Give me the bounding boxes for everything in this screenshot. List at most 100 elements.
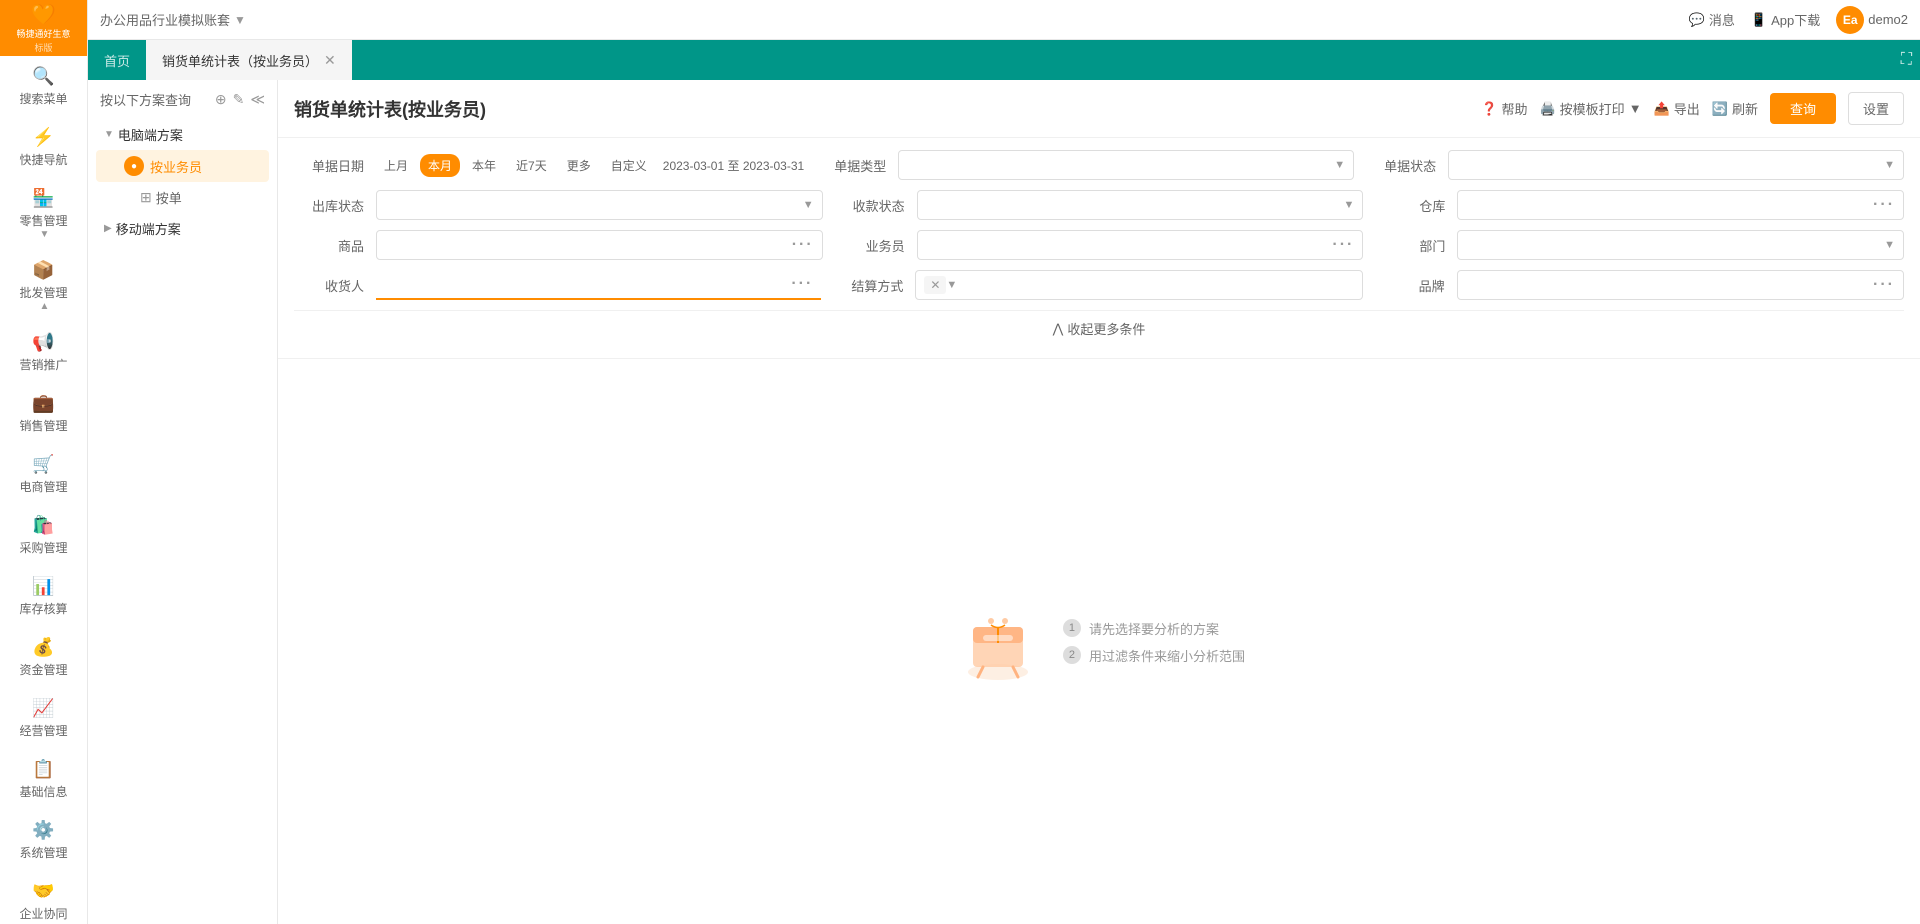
left-panel: 按以下方案查询 ⊕ ✎ ≪ ▼ 电脑端方案 ● 按业务员 ⊞ bbox=[88, 80, 278, 924]
empty-state: 1 请先选择要分析的方案 2 用过滤条件来缩小分析范围 bbox=[278, 359, 1920, 924]
sidebar-item-inventory[interactable]: 📊 库存核算 bbox=[0, 566, 87, 627]
tree-child-salesman[interactable]: ● 按业务员 bbox=[96, 150, 269, 182]
settlement-tag-close[interactable]: ✕ bbox=[930, 278, 940, 292]
sidebar-item-wholesale[interactable]: 📦 批发管理 ▲ bbox=[0, 250, 87, 322]
breadcrumb-dropdown[interactable]: ▼ bbox=[234, 13, 246, 27]
date-tabs: 上月 本月 本年 近7天 更多 自定义 bbox=[376, 154, 655, 177]
empty-hint-2: 2 用过滤条件来缩小分析范围 bbox=[1063, 646, 1245, 665]
pay-status-label: 收款状态 bbox=[835, 196, 905, 215]
sidebar-item-sales[interactable]: 💼 销售管理 bbox=[0, 383, 87, 444]
brand-dots: ··· bbox=[1873, 276, 1895, 294]
date-tab-7days[interactable]: 近7天 bbox=[508, 154, 555, 177]
warehouse-label: 仓库 bbox=[1375, 196, 1445, 215]
collab-icon: 🤝 bbox=[32, 881, 54, 902]
sidebar-item-label: 基础信息 bbox=[19, 783, 67, 800]
sidebar-item-label: 库存核算 bbox=[19, 600, 67, 617]
date-label: 单据日期 bbox=[294, 156, 364, 175]
sidebar-item-system[interactable]: ⚙️ 系统管理 bbox=[0, 810, 87, 871]
sidebar: 🧡 畅捷通好生意 标版 🔍 搜索菜单 ⚡ 快捷导航 🏪 零售管理 ▼ 📦 批发管… bbox=[0, 0, 88, 924]
settlement-filter[interactable]: ✕ ▼ bbox=[915, 270, 1362, 300]
tab-report[interactable]: 销货单统计表（按业务员） ✕ bbox=[146, 40, 352, 80]
department-dropdown-icon: ▼ bbox=[1884, 239, 1895, 251]
warehouse-dots: ··· bbox=[1873, 196, 1895, 214]
tree-parent-desktop[interactable]: ▼ 电脑端方案 bbox=[96, 119, 269, 150]
add-scheme-button[interactable]: ⊕ bbox=[215, 91, 227, 108]
export-button[interactable]: 📤 导出 bbox=[1654, 99, 1700, 118]
receiver-filter[interactable]: ··· bbox=[376, 270, 821, 300]
tree-child-sub-label: 按单 bbox=[156, 188, 182, 207]
hint-text-2: 用过滤条件来缩小分析范围 bbox=[1089, 646, 1245, 665]
sidebar-item-label: 经营管理 bbox=[19, 722, 67, 739]
sidebar-item-label: 电商管理 bbox=[19, 478, 67, 495]
user-profile[interactable]: Ea demo2 bbox=[1836, 6, 1908, 34]
sidebar-item-retail[interactable]: 🏪 零售管理 ▼ bbox=[0, 178, 87, 250]
username: demo2 bbox=[1868, 12, 1908, 27]
empty-illustration bbox=[953, 597, 1043, 687]
topbar: 办公用品行业模拟账套 ▼ 💬 消息 📱 App下载 Ea demo2 bbox=[88, 0, 1920, 40]
retail-icon: 🏪 bbox=[32, 188, 54, 209]
left-panel-header: 按以下方案查询 ⊕ ✎ ≪ bbox=[88, 80, 277, 119]
hint-num-1: 1 bbox=[1063, 619, 1081, 637]
date-tab-lastmonth[interactable]: 上月 bbox=[376, 154, 416, 177]
date-tab-thisyear[interactable]: 本年 bbox=[464, 154, 504, 177]
sidebar-item-label: 资金管理 bbox=[19, 661, 67, 678]
hint-num-2: 2 bbox=[1063, 646, 1081, 664]
date-tab-custom[interactable]: 自定义 bbox=[603, 154, 655, 177]
system-icon: ⚙️ bbox=[32, 820, 54, 841]
collapse-panel-button[interactable]: ≪ bbox=[250, 91, 265, 108]
sales-icon: 💼 bbox=[32, 393, 54, 414]
edit-scheme-button[interactable]: ✎ bbox=[233, 91, 245, 108]
sidebar-item-basicinfo[interactable]: 📋 基础信息 bbox=[0, 749, 87, 810]
print-button[interactable]: 🖨️ 按模板打印 ▼ bbox=[1539, 99, 1641, 118]
tab-expand-button[interactable]: ⛶ bbox=[1901, 51, 1912, 69]
date-tab-thismonth[interactable]: 本月 bbox=[420, 154, 460, 177]
department-filter[interactable]: ▼ bbox=[1457, 230, 1904, 260]
sidebar-item-search[interactable]: 🔍 搜索菜单 bbox=[0, 56, 87, 117]
status-dropdown-icon: ▼ bbox=[1884, 159, 1895, 171]
date-range-text: 2023-03-01 至 2023-03-31 bbox=[663, 157, 804, 174]
quicknav-icon: ⚡ bbox=[32, 127, 54, 148]
tab-home[interactable]: 首页 bbox=[88, 40, 146, 80]
tab-close-button[interactable]: ✕ bbox=[324, 53, 336, 67]
brand-filter[interactable]: ··· bbox=[1457, 270, 1904, 300]
sidebar-item-marketing[interactable]: 📢 营销推广 bbox=[0, 322, 87, 383]
print-icon: 🖨️ bbox=[1539, 101, 1555, 117]
finance-icon: 💰 bbox=[32, 637, 54, 658]
collapse-up-icon: ⋀ bbox=[1053, 321, 1064, 337]
setting-button[interactable]: 设置 bbox=[1848, 92, 1904, 125]
active-scheme-dot: ● bbox=[124, 156, 144, 176]
date-tab-more[interactable]: 更多 bbox=[559, 154, 599, 177]
warehouse-filter[interactable]: ··· bbox=[1457, 190, 1904, 220]
tree-child-order[interactable]: ⊞ 按单 bbox=[96, 182, 269, 213]
empty-hint-1: 1 请先选择要分析的方案 bbox=[1063, 619, 1245, 638]
salesman-filter[interactable]: ··· bbox=[917, 230, 1364, 260]
refresh-icon: 🔄 bbox=[1712, 101, 1728, 117]
export-icon: 📤 bbox=[1654, 101, 1670, 117]
sidebar-item-operations[interactable]: 📈 经营管理 bbox=[0, 688, 87, 749]
search-icon: 🔍 bbox=[32, 66, 54, 87]
sidebar-item-finance[interactable]: 💰 资金管理 bbox=[0, 627, 87, 688]
status-filter[interactable]: ▼ bbox=[1448, 150, 1904, 180]
print-dropdown-icon[interactable]: ▼ bbox=[1629, 101, 1642, 116]
receiver-dots: ··· bbox=[791, 275, 813, 293]
sidebar-item-ecommerce[interactable]: 🛒 电商管理 bbox=[0, 444, 87, 505]
type-filter[interactable]: ▼ bbox=[898, 150, 1354, 180]
help-button[interactable]: ❓ 帮助 bbox=[1481, 99, 1527, 118]
page-actions: ❓ 帮助 🖨️ 按模板打印 ▼ 📤 导出 🔄 刷新 bbox=[1481, 92, 1904, 125]
sidebar-item-purchase[interactable]: 🛍️ 采购管理 bbox=[0, 505, 87, 566]
app-download-button[interactable]: 📱 App下载 bbox=[1751, 10, 1820, 29]
message-button[interactable]: 💬 消息 bbox=[1689, 10, 1735, 29]
query-button[interactable]: 查询 bbox=[1770, 93, 1836, 124]
pay-status-filter[interactable]: ▼ bbox=[917, 190, 1364, 220]
sidebar-item-collab[interactable]: 🤝 企业协同 bbox=[0, 871, 87, 924]
collapse-more-button[interactable]: ⋀ 收起更多条件 bbox=[294, 310, 1904, 346]
tree-parent-mobile[interactable]: ▶ 移动端方案 bbox=[96, 213, 269, 244]
settlement-label: 结算方式 bbox=[833, 276, 903, 295]
sidebar-item-label: 采购管理 bbox=[19, 539, 67, 556]
out-status-filter[interactable]: ▼ bbox=[376, 190, 823, 220]
sidebar-item-label: 企业协同 bbox=[19, 905, 67, 922]
refresh-button[interactable]: 🔄 刷新 bbox=[1712, 99, 1758, 118]
tree-parent-label: 移动端方案 bbox=[116, 219, 181, 238]
sidebar-item-quicknav[interactable]: ⚡ 快捷导航 bbox=[0, 117, 87, 178]
goods-filter[interactable]: ··· bbox=[376, 230, 823, 260]
